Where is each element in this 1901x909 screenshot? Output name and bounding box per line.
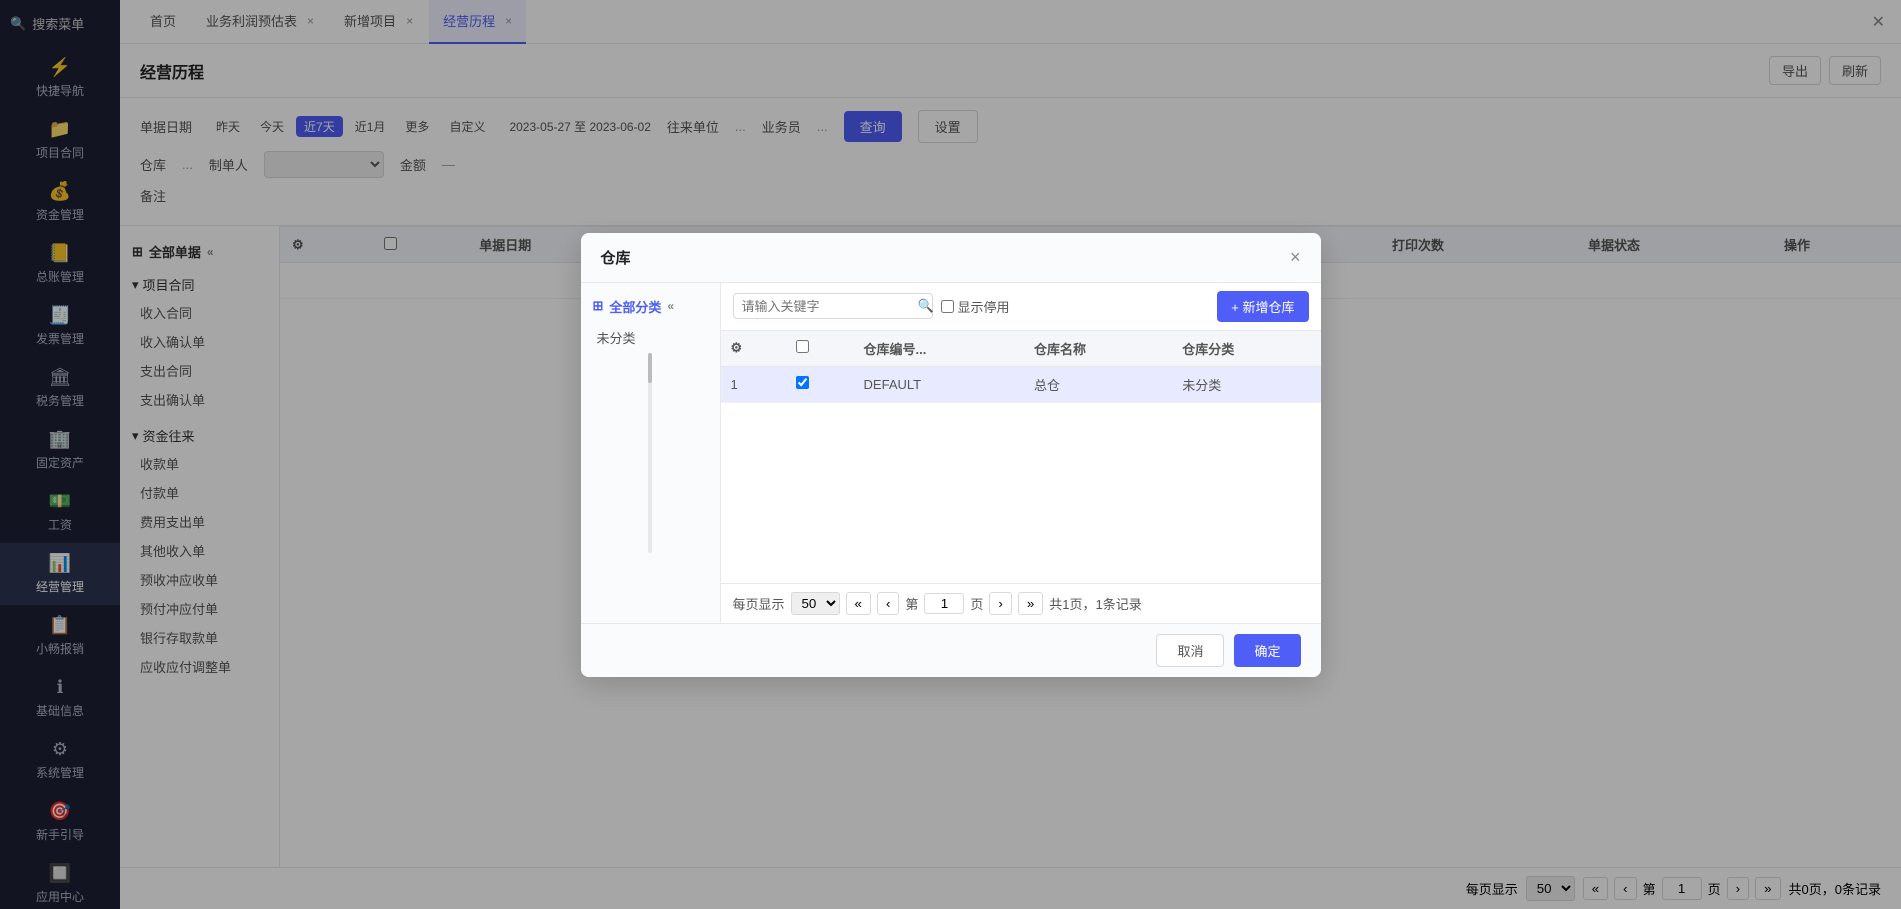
row-name: 总仓 [1024,366,1172,402]
confirm-button[interactable]: 确定 [1234,634,1300,667]
dialog-header: 仓库 × [581,233,1321,283]
row-checkbox[interactable] [796,376,809,389]
dialog-page-size-select[interactable]: 50 [791,592,840,615]
dialog-page-input[interactable] [924,593,964,614]
dialog-last-btn[interactable]: » [1018,592,1043,615]
add-warehouse-button[interactable]: + 新增仓库 [1217,291,1308,322]
dialog-footer: 取消 确定 [581,623,1321,677]
row-code: DEFAULT [854,366,1025,402]
dialog-col-name: 仓库名称 [1024,331,1172,367]
dialog-col-settings[interactable]: ⚙ [721,331,786,367]
dialog-col-category: 仓库分类 [1172,331,1320,367]
dialog-total: 共1页，1条记录 [1049,594,1141,613]
dialog-page-label: 页 [970,594,983,613]
row-checkbox-cell [786,366,854,402]
warehouse-table: ⚙ 仓库编号... 仓库名称 仓库分类 1 [721,331,1321,403]
search-icon-dialog[interactable]: 🔍 [918,298,934,314]
show-disabled-label[interactable]: 显示停用 [941,297,1010,316]
row-category: 未分类 [1172,366,1320,402]
dialog-left-uncategorized[interactable]: 未分类 [581,322,720,353]
show-disabled-text: 显示停用 [958,297,1010,316]
warehouse-dialog: 仓库 × ⊞ 全部分类 « 未分类 [581,233,1321,677]
dialog-col-checkbox[interactable] [786,331,854,367]
dialog-left-header[interactable]: ⊞ 全部分类 « [581,291,720,322]
all-category-label: 全部分类 [609,297,661,316]
dialog-select-all[interactable] [796,340,809,353]
search-box: 🔍 [733,293,933,319]
dialog-page-pre-label: 第 [905,594,918,613]
dialog-right-panel: 🔍 显示停用 + 新增仓库 ⚙ [721,283,1321,623]
dialog-next-btn[interactable]: › [989,592,1011,615]
grid-icon-dialog: ⊞ [593,298,604,314]
dialog-table-wrap: ⚙ 仓库编号... 仓库名称 仓库分类 1 [721,331,1321,583]
table-row[interactable]: 1 DEFAULT 总仓 未分类 [721,366,1321,402]
cancel-button[interactable]: 取消 [1156,634,1224,667]
modal-overlay: 仓库 × ⊞ 全部分类 « 未分类 [0,0,1901,909]
dialog-title: 仓库 [601,247,631,268]
dialog-prev-btn[interactable]: ‹ [877,592,899,615]
show-disabled-checkbox[interactable] [941,300,954,313]
dialog-pagination: 每页显示 50 « ‹ 第 页 › » 共1页，1条记录 [721,583,1321,623]
dialog-left-panel: ⊞ 全部分类 « 未分类 [581,283,721,623]
dialog-body: ⊞ 全部分类 « 未分类 🔍 [581,283,1321,623]
dialog-collapse-icon[interactable]: « [667,299,674,313]
warehouse-search-input[interactable] [742,299,918,314]
dialog-first-btn[interactable]: « [846,592,871,615]
dialog-close-button[interactable]: × [1290,247,1301,268]
dialog-page-size-label: 每页显示 [733,594,785,613]
row-index: 1 [721,366,786,402]
dialog-toolbar: 🔍 显示停用 + 新增仓库 [721,283,1321,331]
dialog-col-code: 仓库编号... [854,331,1025,367]
